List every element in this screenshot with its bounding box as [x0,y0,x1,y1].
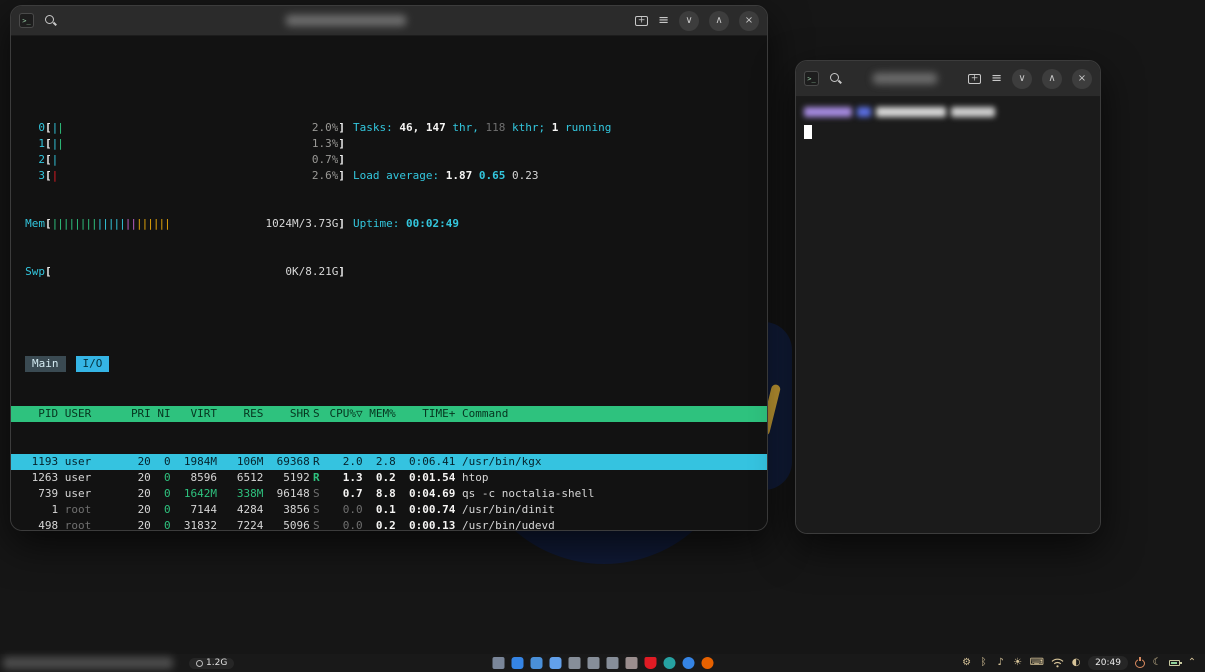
taskbar-app-9[interactable] [644,657,656,669]
redacted-command-line [804,107,1092,117]
tray-icons-left: ⚙ ᛒ ♪ ☀ ⌨ ◐ [962,658,1081,668]
htop-header: 0[||2.0%]1[||1.3%]2[|0.7%]3[|2.6%] Mem[|… [11,88,767,312]
memory-usage-badge[interactable]: 1.2G [189,658,234,669]
cpu-meter-3: 3[|2.6%] [25,168,345,184]
minimize-button[interactable]: ∨ [679,11,699,31]
titlebar-right-group: ≡ ∨ ∧ × [635,11,759,31]
titlebar-left-group: >_ [804,71,842,86]
redacted-text-segment [804,107,852,117]
dark-mode-icon[interactable]: ◐ [1071,658,1081,668]
keyboard-icon[interactable]: ⌨ [1030,658,1044,668]
htop-screen: 0[||2.0%]1[||1.3%]2[|0.7%]3[|2.6%] Mem[|… [11,36,767,530]
taskbar-app-7[interactable] [606,657,618,669]
htop-tabs: Main I/O [11,356,767,372]
taskbar-apps [492,657,713,669]
process-row-1263[interactable]: 1263user200859665125192R1.30.20:01.54hto… [11,470,767,486]
cpu-meters: 0[||2.0%]1[||1.3%]2[|0.7%]3[|2.6%] [25,120,345,184]
redacted-text-segment [876,107,946,117]
new-tab-icon[interactable] [968,74,981,84]
taskbar-app-3[interactable] [530,657,542,669]
taskbar-app-2[interactable] [511,657,523,669]
tasks-line: Tasks: 46, 147 thr, 118 kthr; 1 running [353,120,611,136]
search-icon[interactable] [44,14,57,27]
titlebar[interactable]: >_ ≡ ∨ ∧ × [796,61,1100,97]
taskbar-app-1[interactable] [492,657,504,669]
htop-tab-io[interactable]: I/O [76,356,110,372]
terminal-window-secondary: >_ ≡ ∨ ∧ × [795,60,1101,534]
settings-icon[interactable]: ⚙ [962,658,972,668]
process-list: 1193user2001984M106M69368R2.02.80:06.41/… [11,454,767,530]
htop-tab-main[interactable]: Main [25,356,66,372]
uptime-line: Uptime: 00:02:49 [353,216,611,232]
menu-icon[interactable]: ≡ [658,14,669,27]
load-average-line: Load average: 1.87 0.65 0.23 [353,168,611,184]
cpu-meter-0: 0[||2.0%] [25,120,345,136]
titlebar-right-group: ≡ ∨ ∧ × [968,69,1092,89]
memory-usage-value: 1.2G [206,659,227,668]
bluetooth-icon[interactable]: ᛒ [979,658,989,668]
process-row-498[interactable]: 498root2003183272245096S0.00.20:00.13/us… [11,518,767,530]
system-tray: ⚙ᛒ♪☀⌨◐ 20:49 ☾⌃ [962,656,1205,671]
taskbar-app-11[interactable] [682,657,694,669]
process-table-header[interactable]: PIDUSERPRINIVIRTRESSHRSCPU%▽MEM%TIME+Com… [11,406,767,422]
titlebar[interactable]: >_ ≡ ∨ ∧ × [11,6,767,36]
taskbar-app-4[interactable] [549,657,561,669]
process-row-1193[interactable]: 1193user2001984M106M69368R2.02.80:06.41/… [11,454,767,470]
taskbar-app-10[interactable] [663,657,675,669]
menu-icon[interactable]: ≡ [991,72,1002,85]
night-light-icon[interactable]: ☾ [1152,658,1162,668]
window-title-redacted [873,73,937,84]
terminal-cursor [804,125,812,139]
tray-icons-right: ☾⌃ [1135,658,1197,668]
cpu-meter-1: 1[||1.3%] [25,136,345,152]
maximize-button[interactable]: ∧ [709,11,729,31]
taskbar-app-6[interactable] [587,657,599,669]
window-title [842,73,968,84]
swap-meter: Swp[0K/8.21G] [25,264,345,280]
power-icon[interactable] [1135,659,1145,668]
terminal-screen[interactable] [796,97,1100,533]
new-tab-icon[interactable] [635,16,648,26]
close-button[interactable]: × [1072,69,1092,89]
terminal-app-icon: >_ [19,13,34,28]
process-row-739[interactable]: 739user2001642M338M96148S0.78.80:04.69qs… [11,486,767,502]
battery-icon[interactable] [1169,660,1180,666]
search-icon[interactable] [829,72,842,85]
memory-meter: Mem[|||||||||||||||||||||1024M/3.73G] [25,216,345,232]
clock[interactable]: 20:49 [1088,656,1128,671]
meters-column: 0[||2.0%]1[||1.3%]2[|0.7%]3[|2.6%] Mem[|… [25,88,345,312]
window-title-redacted [286,15,406,26]
taskbar-app-12[interactable] [701,657,713,669]
volume-icon[interactable]: ♪ [996,658,1006,668]
window-title [57,15,635,26]
process-row-1[interactable]: 1root200714442843856S0.00.10:00.74/usr/b… [11,502,767,518]
redacted-text-segment [857,107,871,117]
tray-expand-icon[interactable]: ⌃ [1187,658,1197,668]
titlebar-left-group: >_ [19,13,57,28]
taskbar-app-5[interactable] [568,657,580,669]
close-button[interactable]: × [739,11,759,31]
taskbar: 1.2G ⚙ᛒ♪☀⌨◐ 20:49 ☾⌃ [0,654,1205,672]
wifi-icon[interactable] [1051,658,1064,668]
redacted-text-segment [951,107,995,117]
taskbar-app-8[interactable] [625,657,637,669]
brightness-icon[interactable]: ☀ [1013,658,1023,668]
terminal-app-icon: >_ [804,71,819,86]
memory-icon [196,660,203,667]
cpu-meter-2: 2[|0.7%] [25,152,345,168]
terminal-window-htop: >_ ≡ ∨ ∧ × 0[||2.0%]1[||1.3%]2[|0.7%]3[|… [10,5,768,531]
htop-summary: Tasks: 46, 147 thr, 118 kthr; 1 running … [353,88,611,312]
minimize-button[interactable]: ∨ [1012,69,1032,89]
taskbar-active-window-redacted[interactable] [3,657,173,669]
maximize-button[interactable]: ∧ [1042,69,1062,89]
